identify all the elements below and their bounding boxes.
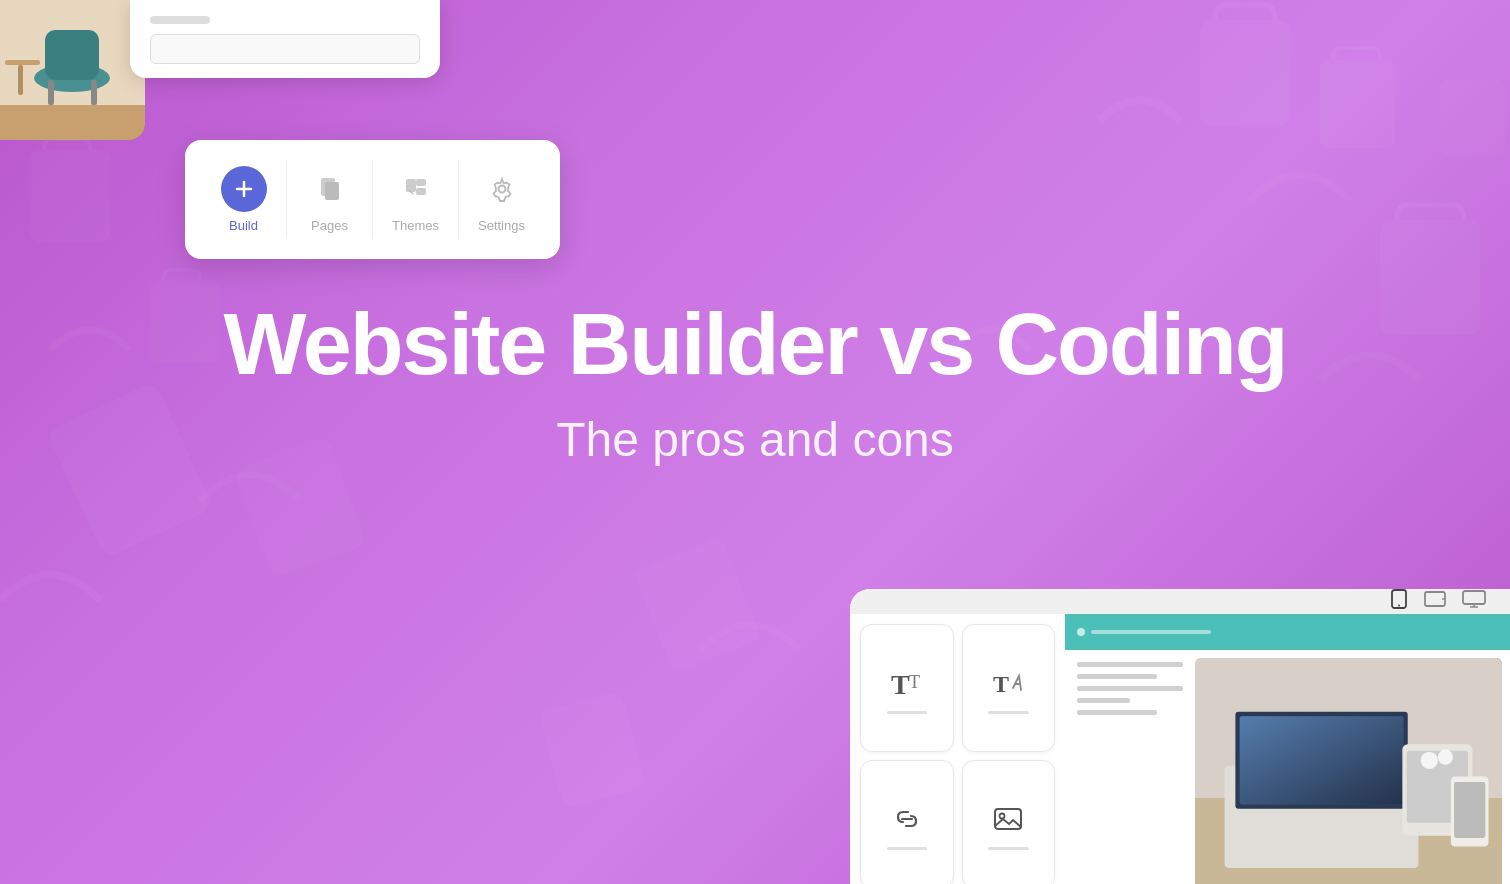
svg-rect-22 <box>406 179 416 192</box>
svg-rect-0 <box>1200 20 1290 125</box>
tool-card-text-edit[interactable]: T <box>962 624 1056 752</box>
svg-rect-7 <box>633 536 762 674</box>
mobile-device-icon[interactable] <box>1390 589 1408 614</box>
svg-text:T: T <box>909 672 920 692</box>
website-preview <box>1065 614 1510 884</box>
build-icon-circle <box>221 166 267 212</box>
svg-point-28 <box>1398 605 1400 607</box>
nav-label-build: Build <box>229 218 258 233</box>
svg-rect-16 <box>5 60 40 65</box>
text-edit-icon: T <box>991 668 1025 703</box>
preview-image-area <box>1195 658 1502 884</box>
svg-rect-6 <box>538 691 646 810</box>
svg-rect-24 <box>416 188 426 195</box>
preview-line-4 <box>1077 698 1130 703</box>
svg-rect-17 <box>18 65 23 95</box>
search-hint-line <box>150 16 210 24</box>
link-icon <box>890 804 924 839</box>
tool-underline <box>887 711 928 714</box>
svg-rect-1 <box>1320 60 1395 148</box>
preview-body <box>1065 650 1510 884</box>
tool-underline <box>988 711 1029 714</box>
tool-card-image[interactable] <box>962 760 1056 884</box>
bottom-right-panel: T T T <box>850 589 1510 884</box>
svg-point-26 <box>498 186 505 193</box>
svg-rect-10 <box>0 100 145 140</box>
svg-rect-3 <box>1440 80 1505 155</box>
svg-rect-36 <box>995 809 1021 829</box>
nav-item-themes[interactable]: Themes <box>373 160 459 239</box>
svg-rect-43 <box>1240 716 1404 804</box>
preview-text-area <box>1065 650 1195 884</box>
svg-point-49 <box>1438 750 1453 765</box>
preview-line-1 <box>1077 662 1183 667</box>
hero-background: Build Pages Themes <box>0 0 1510 884</box>
headline-section: Website Builder vs Coding The pros and c… <box>0 300 1510 467</box>
top-left-photo <box>0 0 145 140</box>
svg-point-30 <box>1442 598 1444 600</box>
svg-rect-21 <box>325 182 339 200</box>
preview-header <box>1065 614 1510 650</box>
large-text-icon: T T <box>889 668 925 703</box>
tools-panel: T T T <box>850 614 1065 884</box>
headline-subtitle: The pros and cons <box>60 412 1450 467</box>
tool-card-large-text[interactable]: T T <box>860 624 954 752</box>
preview-dot <box>1077 628 1085 636</box>
preview-url-bar <box>1091 630 1211 634</box>
nav-label-pages: Pages <box>311 218 348 233</box>
svg-text:T: T <box>993 671 1009 697</box>
svg-rect-15 <box>91 80 97 105</box>
svg-text:T: T <box>891 669 910 698</box>
pages-icon <box>307 166 353 212</box>
nav-item-settings[interactable]: Settings <box>459 160 544 239</box>
chair-illustration <box>0 0 145 140</box>
preview-line-5 <box>1077 710 1157 715</box>
panel-content: T T T <box>850 614 1510 884</box>
preview-line-2 <box>1077 674 1157 679</box>
settings-icon <box>479 166 525 212</box>
top-search-panel <box>130 0 440 78</box>
tool-card-link[interactable] <box>860 760 954 884</box>
preview-line-3 <box>1077 686 1183 691</box>
preview-img-svg <box>1195 658 1502 884</box>
nav-label-settings: Settings <box>478 218 525 233</box>
svg-point-37 <box>1000 813 1005 818</box>
svg-point-48 <box>1421 752 1438 769</box>
tool-underline <box>988 847 1029 850</box>
themes-icon <box>393 166 439 212</box>
preview-image-mock <box>1195 658 1502 884</box>
tablet-device-icon[interactable] <box>1424 590 1446 613</box>
nav-item-pages[interactable]: Pages <box>287 160 373 239</box>
svg-rect-13 <box>45 30 99 80</box>
nav-item-build[interactable]: Build <box>201 160 287 239</box>
svg-rect-47 <box>1454 782 1485 838</box>
svg-rect-23 <box>416 179 426 186</box>
svg-rect-14 <box>48 80 54 105</box>
device-selector-bar <box>850 589 1510 614</box>
headline-title: Website Builder vs Coding <box>60 300 1450 388</box>
svg-rect-31 <box>1463 591 1485 604</box>
search-bar-mock <box>150 34 420 64</box>
tool-underline <box>887 847 928 850</box>
nav-label-themes: Themes <box>392 218 439 233</box>
svg-rect-8 <box>30 150 110 242</box>
nav-panel: Build Pages Themes <box>185 140 560 259</box>
image-icon <box>991 804 1025 839</box>
desktop-device-icon[interactable] <box>1462 590 1486 613</box>
